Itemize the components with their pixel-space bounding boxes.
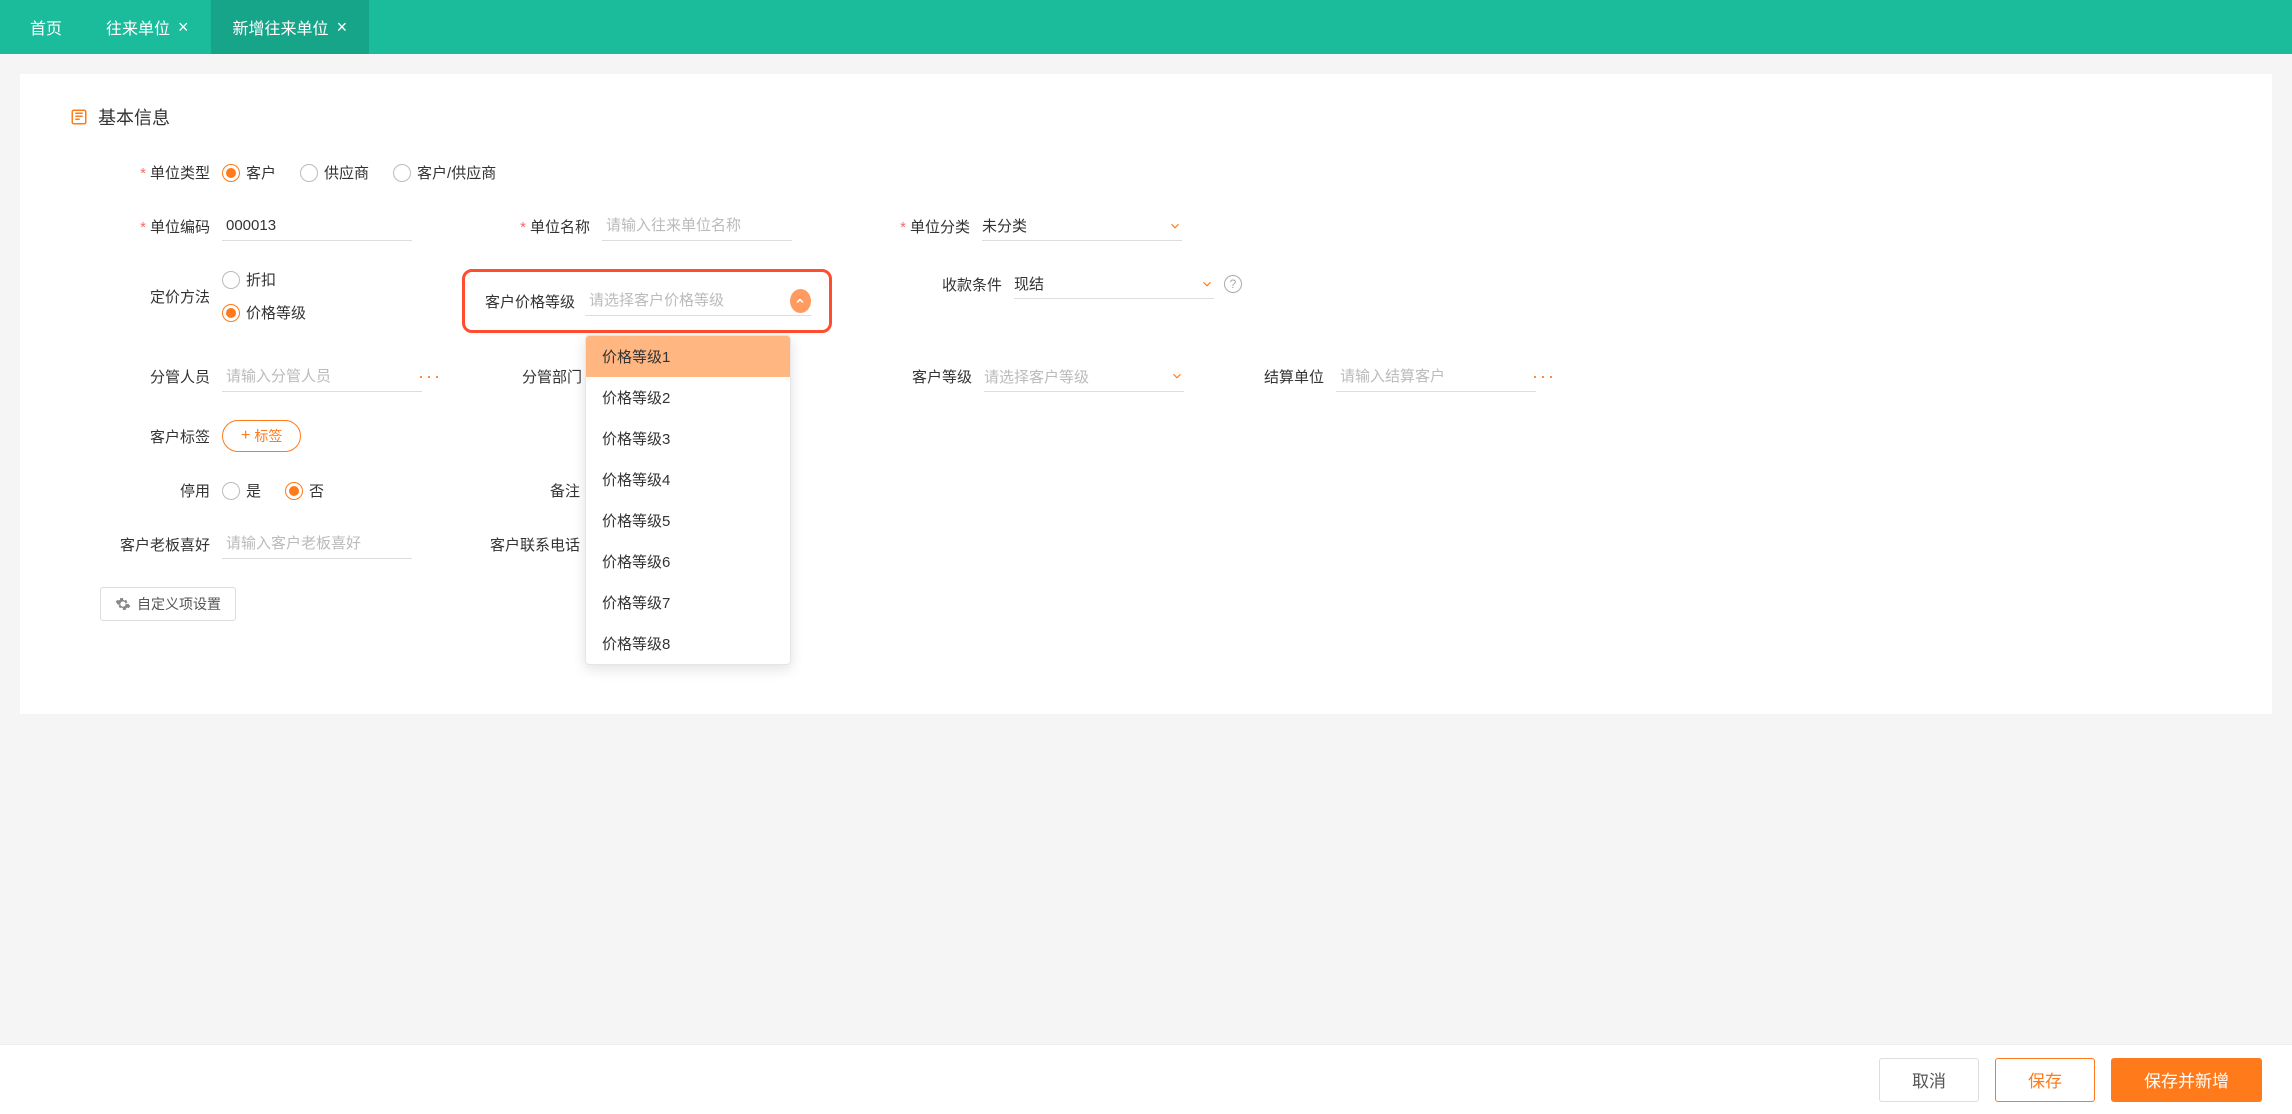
radio-supplier[interactable]: 供应商 bbox=[300, 162, 369, 183]
receipt-condition-select[interactable]: 现结 bbox=[1014, 269, 1214, 299]
unit-category-select[interactable]: 未分类 bbox=[982, 211, 1182, 241]
chevron-down-icon bbox=[1168, 219, 1182, 233]
label-department: 分管部门 bbox=[482, 366, 582, 387]
section-title-text: 基本信息 bbox=[98, 104, 170, 130]
close-icon[interactable]: × bbox=[337, 18, 348, 36]
radio-customer[interactable]: 客户 bbox=[222, 162, 276, 183]
boss-hobby-input[interactable] bbox=[222, 529, 412, 559]
radio-price-level[interactable]: 价格等级 bbox=[222, 302, 306, 323]
label-unit-category: *单位分类 bbox=[860, 216, 970, 237]
tab-label: 首页 bbox=[30, 15, 62, 39]
price-level-dropdown: 价格等级1 价格等级2 价格等级3 价格等级4 价格等级5 价格等级6 价格等级… bbox=[585, 335, 791, 665]
pricing-method-radios: 折扣 价格等级 bbox=[222, 269, 420, 323]
tab-contacts[interactable]: 往来单位 × bbox=[84, 0, 211, 54]
dropdown-item[interactable]: 价格等级3 bbox=[586, 418, 790, 459]
label-settle-unit: 结算单位 bbox=[1244, 366, 1324, 387]
help-icon[interactable]: ? bbox=[1224, 275, 1242, 293]
add-tag-button[interactable]: +标签 bbox=[222, 420, 301, 452]
dropdown-item[interactable]: 价格等级5 bbox=[586, 500, 790, 541]
tab-label: 往来单位 bbox=[106, 15, 170, 39]
radio-no[interactable]: 否 bbox=[285, 480, 324, 501]
label-disabled: 停用 bbox=[100, 480, 210, 501]
plus-icon: + bbox=[241, 427, 250, 445]
unit-type-radios: 客户 供应商 客户/供应商 bbox=[222, 162, 700, 183]
radio-yes[interactable]: 是 bbox=[222, 480, 261, 501]
price-level-input[interactable] bbox=[585, 290, 784, 311]
radio-both[interactable]: 客户/供应商 bbox=[393, 162, 496, 183]
tab-home[interactable]: 首页 bbox=[8, 0, 84, 54]
info-icon bbox=[70, 108, 88, 126]
label-unit-type: *单位类型 bbox=[100, 162, 210, 183]
custom-fields-button[interactable]: 自定义项设置 bbox=[100, 587, 236, 621]
label-boss-hobby: 客户老板喜好 bbox=[100, 534, 210, 555]
dropdown-item[interactable]: 价格等级4 bbox=[586, 459, 790, 500]
label-pricing-method: 定价方法 bbox=[100, 286, 210, 307]
chevron-up-icon[interactable] bbox=[790, 289, 811, 313]
label-unit-name: *单位名称 bbox=[480, 216, 590, 237]
dropdown-item[interactable]: 价格等级2 bbox=[586, 377, 790, 418]
label-unit-code: *单位编码 bbox=[100, 216, 210, 237]
label-receipt-condition: 收款条件 bbox=[892, 274, 1002, 295]
label-price-level: 客户价格等级 bbox=[483, 291, 575, 312]
radio-discount[interactable]: 折扣 bbox=[222, 269, 276, 290]
disabled-radios: 是 否 bbox=[222, 480, 420, 501]
label-remark: 备注 bbox=[480, 480, 580, 501]
save-button[interactable]: 保存 bbox=[1995, 1058, 2095, 1102]
section-title: 基本信息 bbox=[70, 104, 2232, 130]
label-contact-phone: 客户联系电话 bbox=[480, 534, 580, 555]
footer-actions: 取消 保存 保存并新增 bbox=[0, 1044, 2292, 1114]
customer-level-select[interactable]: 请选择客户等级 bbox=[984, 362, 1184, 392]
label-customer-tag: 客户标签 bbox=[100, 426, 210, 447]
save-and-new-button[interactable]: 保存并新增 bbox=[2111, 1058, 2262, 1102]
unit-code-input[interactable] bbox=[222, 211, 412, 241]
manager-input[interactable] bbox=[222, 361, 412, 391]
chevron-down-icon bbox=[1170, 369, 1184, 383]
more-icon[interactable]: ··· bbox=[1532, 367, 1556, 385]
chevron-down-icon bbox=[1200, 277, 1214, 291]
dropdown-item[interactable]: 价格等级8 bbox=[586, 623, 790, 664]
price-level-select[interactable]: 价格等级1 价格等级2 价格等级3 价格等级4 价格等级5 价格等级6 价格等级… bbox=[585, 286, 811, 316]
label-manager: 分管人员 bbox=[100, 366, 210, 387]
gear-icon bbox=[115, 596, 131, 612]
dropdown-item[interactable]: 价格等级6 bbox=[586, 541, 790, 582]
cancel-button[interactable]: 取消 bbox=[1879, 1058, 1979, 1102]
dropdown-item[interactable]: 价格等级7 bbox=[586, 582, 790, 623]
unit-name-input[interactable] bbox=[602, 211, 792, 241]
more-icon[interactable]: ··· bbox=[418, 367, 442, 385]
label-customer-level: 客户等级 bbox=[862, 366, 972, 387]
form-panel: 基本信息 *单位类型 客户 供应商 客户/供应商 *单位编码 *单位名称 bbox=[20, 74, 2272, 714]
tab-label: 新增往来单位 bbox=[233, 15, 329, 39]
tab-new-contact[interactable]: 新增往来单位 × bbox=[211, 0, 370, 54]
settle-unit-input[interactable] bbox=[1336, 361, 1526, 391]
price-level-highlight: 客户价格等级 价格等级1 价格等级2 价格等级3 价格等级4 价格等级5 bbox=[462, 269, 832, 333]
close-icon[interactable]: × bbox=[178, 18, 189, 36]
tabs-bar: 首页 往来单位 × 新增往来单位 × bbox=[0, 0, 2292, 54]
dropdown-item[interactable]: 价格等级1 bbox=[586, 336, 790, 377]
